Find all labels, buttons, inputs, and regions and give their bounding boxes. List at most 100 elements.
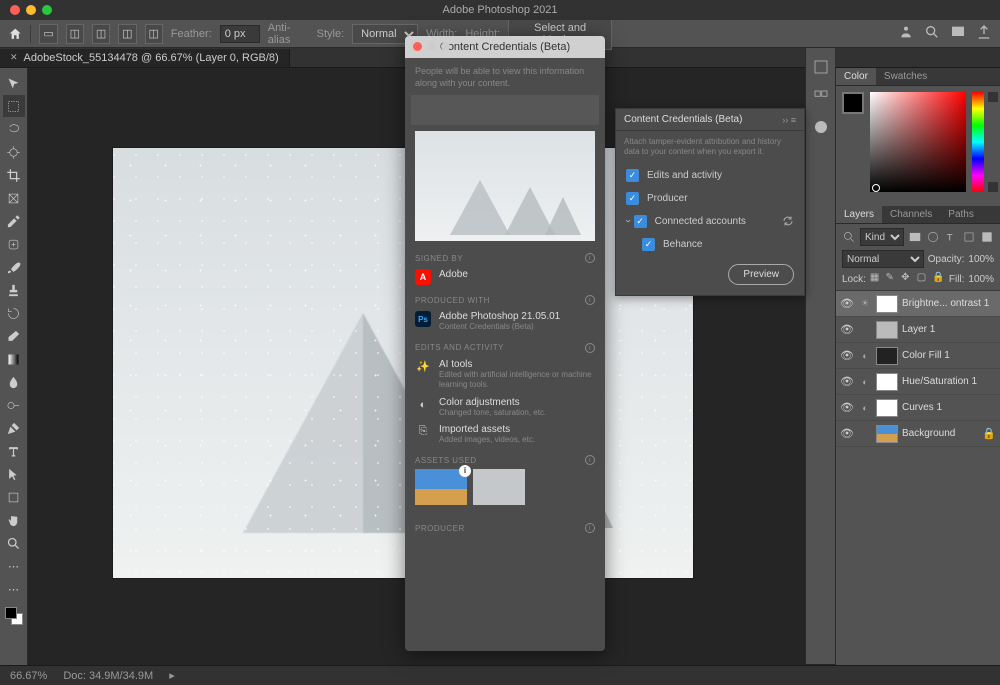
intersect-selection-button[interactable]: ◫ [145, 24, 163, 44]
document-tab[interactable]: ✕ AdobeStock_55134478 @ 66.67% (Layer 0,… [0, 49, 290, 67]
zoom-level[interactable]: 66.67% [10, 670, 47, 682]
workspace-icon[interactable] [950, 24, 966, 40]
swatches-tab[interactable]: Swatches [876, 68, 935, 85]
visibility-icon[interactable]: 👁 [840, 427, 854, 440]
cc-option-behance[interactable]: ✓ Behance [616, 233, 804, 256]
minimize-window-button[interactable] [26, 5, 36, 15]
checkbox-icon[interactable]: ✓ [642, 238, 655, 251]
lock-icon[interactable]: 🔒 [982, 427, 996, 440]
eyedropper-tool[interactable] [3, 210, 25, 232]
feather-input[interactable] [220, 25, 260, 43]
blur-tool[interactable] [3, 371, 25, 393]
close-tab-icon[interactable]: ✕ [10, 52, 18, 63]
visibility-icon[interactable]: 👁 [840, 349, 854, 362]
history-panel-icon[interactable] [812, 58, 830, 76]
color-field[interactable] [870, 92, 966, 192]
collapse-icon[interactable]: ›› ≡ [782, 115, 796, 125]
healing-tool[interactable] [3, 233, 25, 255]
fill-value[interactable]: 100% [968, 274, 994, 285]
paths-tab[interactable]: Paths [940, 206, 982, 223]
path-select-tool[interactable] [3, 463, 25, 485]
share-icon[interactable] [898, 24, 914, 40]
info-icon[interactable]: i [585, 455, 595, 465]
asset-thumb[interactable] [473, 469, 525, 505]
layer-thumb[interactable] [876, 321, 898, 339]
new-selection-button[interactable]: ◫ [66, 24, 84, 44]
frame-tool[interactable] [3, 187, 25, 209]
layers-tab[interactable]: Layers [836, 206, 882, 223]
opacity-value[interactable]: 100% [968, 254, 994, 265]
history-brush-tool[interactable] [3, 302, 25, 324]
layer-name[interactable]: Background [902, 428, 955, 439]
brush-tool[interactable] [3, 256, 25, 278]
layer-name[interactable]: Brightne... ontrast 1 [902, 298, 989, 309]
layer-thumb[interactable] [876, 347, 898, 365]
visibility-icon[interactable]: 👁 [840, 375, 854, 388]
filter-shape-icon[interactable] [962, 230, 976, 244]
cc-dialog-titlebar[interactable]: Content Credentials (Beta) [405, 36, 605, 58]
stamp-tool[interactable] [3, 279, 25, 301]
layer-name[interactable]: Curves 1 [902, 402, 942, 413]
layer-kind-select[interactable]: Kind [860, 228, 904, 246]
checkbox-icon[interactable]: ✓ [626, 169, 639, 182]
color-marker[interactable] [872, 184, 880, 192]
layer-row[interactable]: 👁◐ Curves 1 [836, 395, 1000, 421]
filter-image-icon[interactable] [908, 230, 922, 244]
pen-tool[interactable] [3, 417, 25, 439]
color-tab[interactable]: Color [836, 68, 876, 85]
refresh-icon[interactable] [782, 215, 794, 227]
hue-top-button[interactable] [988, 92, 998, 102]
info-badge-icon[interactable]: i [459, 465, 471, 477]
info-icon[interactable]: i [585, 523, 595, 533]
layer-thumb[interactable] [876, 399, 898, 417]
asset-thumb[interactable]: i [415, 469, 467, 505]
hue-bottom-button[interactable] [988, 182, 998, 192]
dodge-tool[interactable] [3, 394, 25, 416]
edit-toolbar[interactable]: ⋯ [3, 578, 25, 600]
upload-icon[interactable] [976, 24, 992, 40]
layer-row[interactable]: 👁 Layer 1 [836, 317, 1000, 343]
cc-option-edits[interactable]: ✓ Edits and activity [616, 164, 804, 187]
layer-row[interactable]: 👁◐ Hue/Saturation 1 [836, 369, 1000, 395]
add-selection-button[interactable]: ◫ [92, 24, 110, 44]
visibility-icon[interactable]: 👁 [840, 401, 854, 414]
lasso-tool[interactable] [3, 118, 25, 140]
channels-tab[interactable]: Channels [882, 206, 940, 223]
lock-move-icon[interactable]: ✥ [901, 272, 913, 286]
foreground-background-swatch[interactable] [5, 607, 23, 625]
lock-all-icon[interactable]: 🔒 [932, 272, 944, 286]
home-icon[interactable] [8, 26, 22, 42]
marquee-tool[interactable] [3, 95, 25, 117]
cc-panel-icon[interactable] [812, 118, 830, 136]
cc-option-producer[interactable]: ✓ Producer [616, 187, 804, 210]
lock-pixels-icon[interactable]: ▦ [870, 272, 882, 286]
color-swatch[interactable] [842, 92, 864, 114]
close-icon[interactable] [413, 42, 422, 51]
layer-name[interactable]: Hue/Saturation 1 [902, 376, 977, 387]
filter-icon[interactable] [842, 230, 856, 244]
eraser-tool[interactable] [3, 325, 25, 347]
layer-name[interactable]: Layer 1 [902, 324, 935, 335]
checkbox-icon[interactable]: ✓ [634, 215, 647, 228]
subtract-selection-button[interactable]: ◫ [118, 24, 136, 44]
shape-tool[interactable] [3, 486, 25, 508]
filter-smart-icon[interactable] [980, 230, 994, 244]
move-tool[interactable] [3, 72, 25, 94]
layer-thumb[interactable] [876, 373, 898, 391]
zoom-tool[interactable] [3, 532, 25, 554]
lock-position-icon[interactable]: ✎ [886, 272, 898, 286]
tool-preset-button[interactable]: ▭ [39, 24, 57, 44]
info-icon[interactable]: i [585, 343, 595, 353]
filter-adjust-icon[interactable] [926, 230, 940, 244]
gradient-tool[interactable] [3, 348, 25, 370]
maximize-window-button[interactable] [42, 5, 52, 15]
layer-thumb[interactable] [876, 425, 898, 443]
preview-button[interactable]: Preview [728, 264, 794, 285]
cc-option-accounts[interactable]: ✓ Connected accounts [616, 210, 804, 233]
properties-panel-icon[interactable] [812, 88, 830, 106]
close-window-button[interactable] [10, 5, 20, 15]
info-icon[interactable]: i [585, 295, 595, 305]
checkbox-icon[interactable]: ✓ [626, 192, 639, 205]
document-canvas[interactable] [113, 148, 693, 578]
crop-tool[interactable] [3, 164, 25, 186]
